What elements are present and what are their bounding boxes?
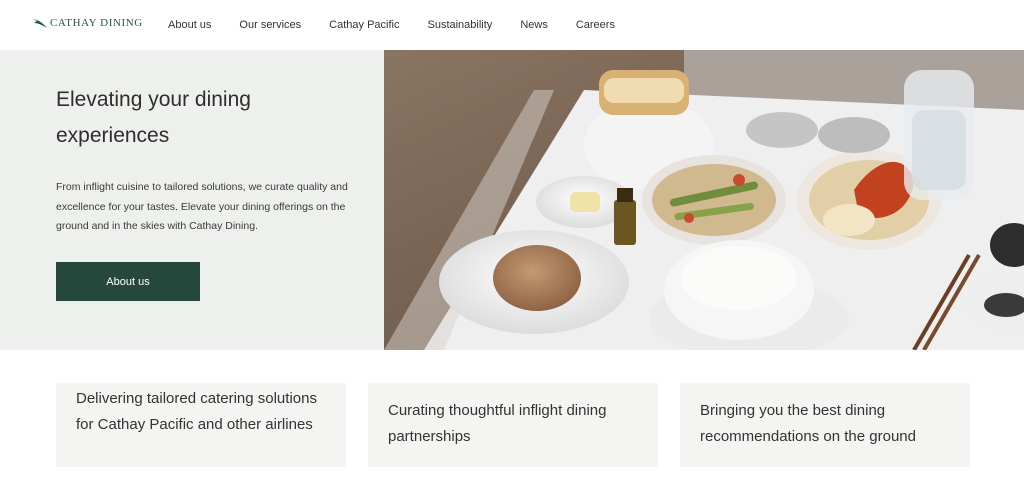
brushwing-icon bbox=[33, 19, 47, 28]
main-nav: About us Our services Cathay Pacific Sus… bbox=[168, 17, 643, 33]
service-card-partnerships[interactable]: Curating thoughtful inflight dining part… bbox=[368, 383, 658, 467]
nav-item-news[interactable]: News bbox=[520, 17, 548, 33]
site-header: CATHAY DINING About us Our services Cath… bbox=[0, 0, 1024, 50]
nav-item-about-us[interactable]: About us bbox=[168, 17, 211, 33]
service-card-text: Bringing you the best dining recommendat… bbox=[700, 402, 916, 445]
hero-meal-image bbox=[384, 50, 1024, 350]
hero-title: Elevating your dining experiences bbox=[56, 88, 251, 147]
service-card-text: Curating thoughtful inflight dining part… bbox=[388, 402, 607, 445]
service-card-text: Delivering tailored catering solutions f… bbox=[76, 390, 317, 433]
service-card-recommendations[interactable]: Bringing you the best dining recommendat… bbox=[680, 383, 970, 467]
nav-item-cathay-pacific[interactable]: Cathay Pacific bbox=[329, 17, 399, 33]
hero-description: From inflight cuisine to tailored soluti… bbox=[56, 181, 348, 232]
nav-item-sustainability[interactable]: Sustainability bbox=[427, 17, 492, 33]
nav-item-careers[interactable]: Careers bbox=[576, 17, 615, 33]
service-card-catering[interactable]: Delivering tailored catering solutions f… bbox=[56, 383, 346, 467]
logo-text: CATHAY DINING bbox=[50, 17, 143, 29]
about-us-button[interactable]: About us bbox=[56, 262, 200, 301]
cathay-dining-logo[interactable]: CATHAY DINING bbox=[33, 17, 143, 29]
nav-item-our-services[interactable]: Our services bbox=[239, 17, 301, 33]
